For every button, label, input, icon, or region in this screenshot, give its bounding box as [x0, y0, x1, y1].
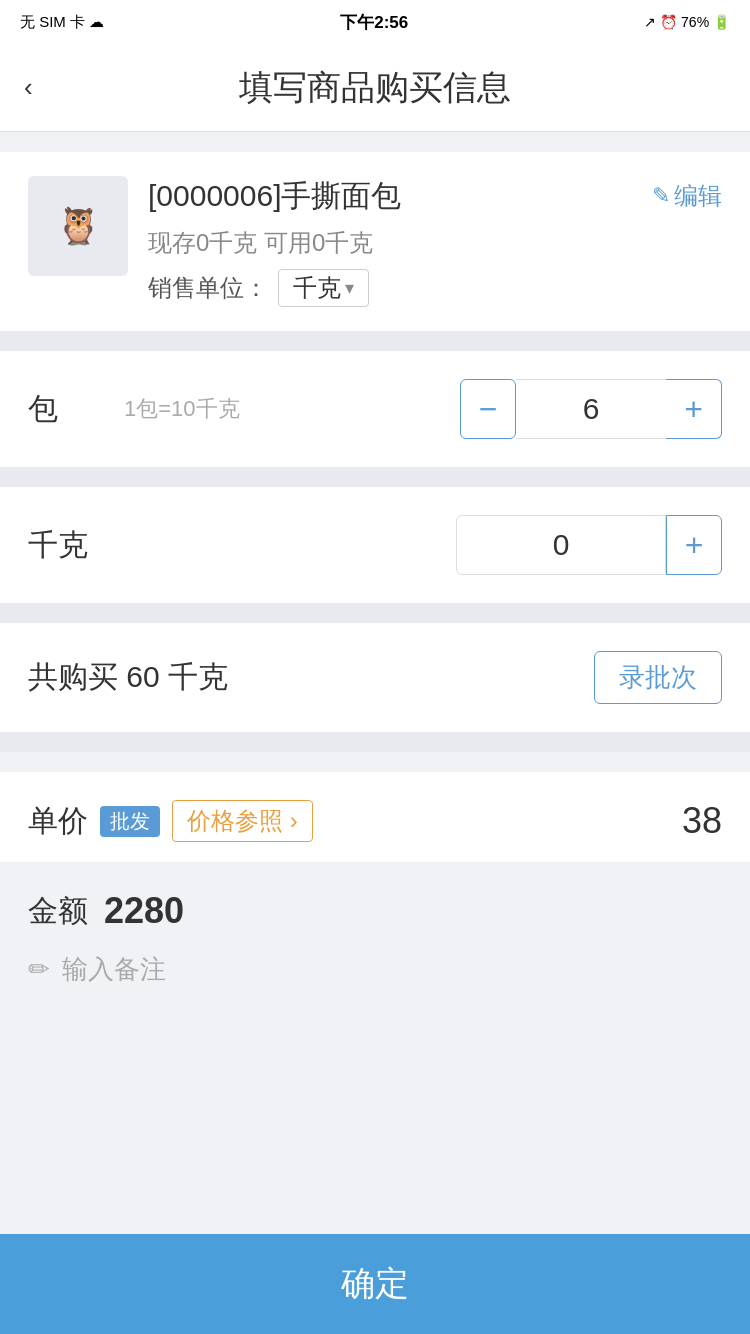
bag-hint: 1包=10千克	[124, 394, 444, 424]
divider-3	[0, 603, 750, 623]
price-ref-button[interactable]: 价格参照 ›	[172, 800, 313, 842]
product-thumbnail: 🦉	[28, 176, 128, 276]
chevron-down-icon: ▾	[345, 277, 354, 299]
batch-button[interactable]: 录批次	[594, 651, 722, 704]
amount-section: 金额 2280 ✏ 输入备注	[0, 862, 750, 1003]
bag-input-row: 包 1包=10千克 − +	[28, 351, 722, 467]
bag-label: 包	[28, 389, 108, 430]
unit-label: 销售单位：	[148, 272, 268, 304]
status-bar: 无 SIM 卡 ☁ 下午2:56 ↗ ⏰ 76% 🔋	[0, 0, 750, 44]
product-unit-row: 销售单位： 千克 ▾	[148, 269, 722, 307]
back-button[interactable]: ‹	[24, 72, 33, 103]
amount-row: 金额 2280	[28, 890, 722, 932]
product-name: [0000006]手撕面包	[148, 176, 722, 217]
unit-select[interactable]: 千克 ▾	[278, 269, 369, 307]
kg-input-section: 千克 +	[0, 487, 750, 603]
pencil-icon: ✏	[28, 954, 50, 985]
battery-label: ↗ ⏰ 76% 🔋	[644, 14, 730, 30]
bag-qty-control: − +	[460, 379, 722, 439]
kg-label: 千克	[28, 525, 108, 566]
price-section: 单价 批发 价格参照 › 38	[0, 772, 750, 862]
kg-plus-button[interactable]: +	[666, 515, 722, 575]
bag-plus-button[interactable]: +	[666, 379, 722, 439]
amount-value: 2280	[104, 890, 184, 932]
kg-input-row: 千克 +	[28, 487, 722, 603]
product-thumb-icon: 🦉	[56, 205, 101, 247]
edit-icon: ✎	[652, 183, 670, 209]
nav-bar: ‹ 填写商品购买信息	[0, 44, 750, 132]
sim-label: 无 SIM 卡 ☁	[20, 13, 104, 32]
divider-4	[0, 732, 750, 752]
bag-input-section: 包 1包=10千克 − +	[0, 351, 750, 467]
price-label: 单价 批发 价格参照 ›	[28, 800, 313, 842]
bag-minus-button[interactable]: −	[460, 379, 516, 439]
summary-text: 共购买 60 千克	[28, 657, 228, 698]
product-stock: 现存0千克 可用0千克	[148, 227, 722, 259]
edit-button[interactable]: ✎ 编辑	[652, 180, 722, 212]
product-info: [0000006]手撕面包 现存0千克 可用0千克 销售单位： 千克 ▾	[148, 176, 722, 307]
bag-qty-input[interactable]	[516, 379, 666, 439]
divider-2	[0, 467, 750, 487]
page-title: 填写商品购买信息	[239, 65, 511, 111]
divider-1	[0, 331, 750, 351]
product-card: 🦉 [0000006]手撕面包 现存0千克 可用0千克 销售单位： 千克 ▾ ✎…	[0, 152, 750, 331]
summary-section: 共购买 60 千克 录批次	[0, 623, 750, 732]
note-row[interactable]: ✏ 输入备注	[28, 952, 722, 987]
note-placeholder: 输入备注	[62, 952, 166, 987]
price-value: 38	[682, 800, 722, 842]
summary-row: 共购买 60 千克 录批次	[28, 623, 722, 732]
kg-qty-control: +	[456, 515, 722, 575]
pifa-badge: 批发	[100, 806, 160, 837]
amount-label: 金额	[28, 891, 88, 932]
confirm-button[interactable]: 确定	[341, 1261, 409, 1307]
price-row: 单价 批发 价格参照 › 38	[28, 800, 722, 842]
status-time: 下午2:56	[340, 11, 408, 34]
kg-qty-input[interactable]	[456, 515, 666, 575]
status-left: 无 SIM 卡 ☁	[20, 13, 104, 32]
confirm-bar[interactable]: 确定	[0, 1234, 750, 1334]
status-right: ↗ ⏰ 76% 🔋	[644, 14, 730, 30]
